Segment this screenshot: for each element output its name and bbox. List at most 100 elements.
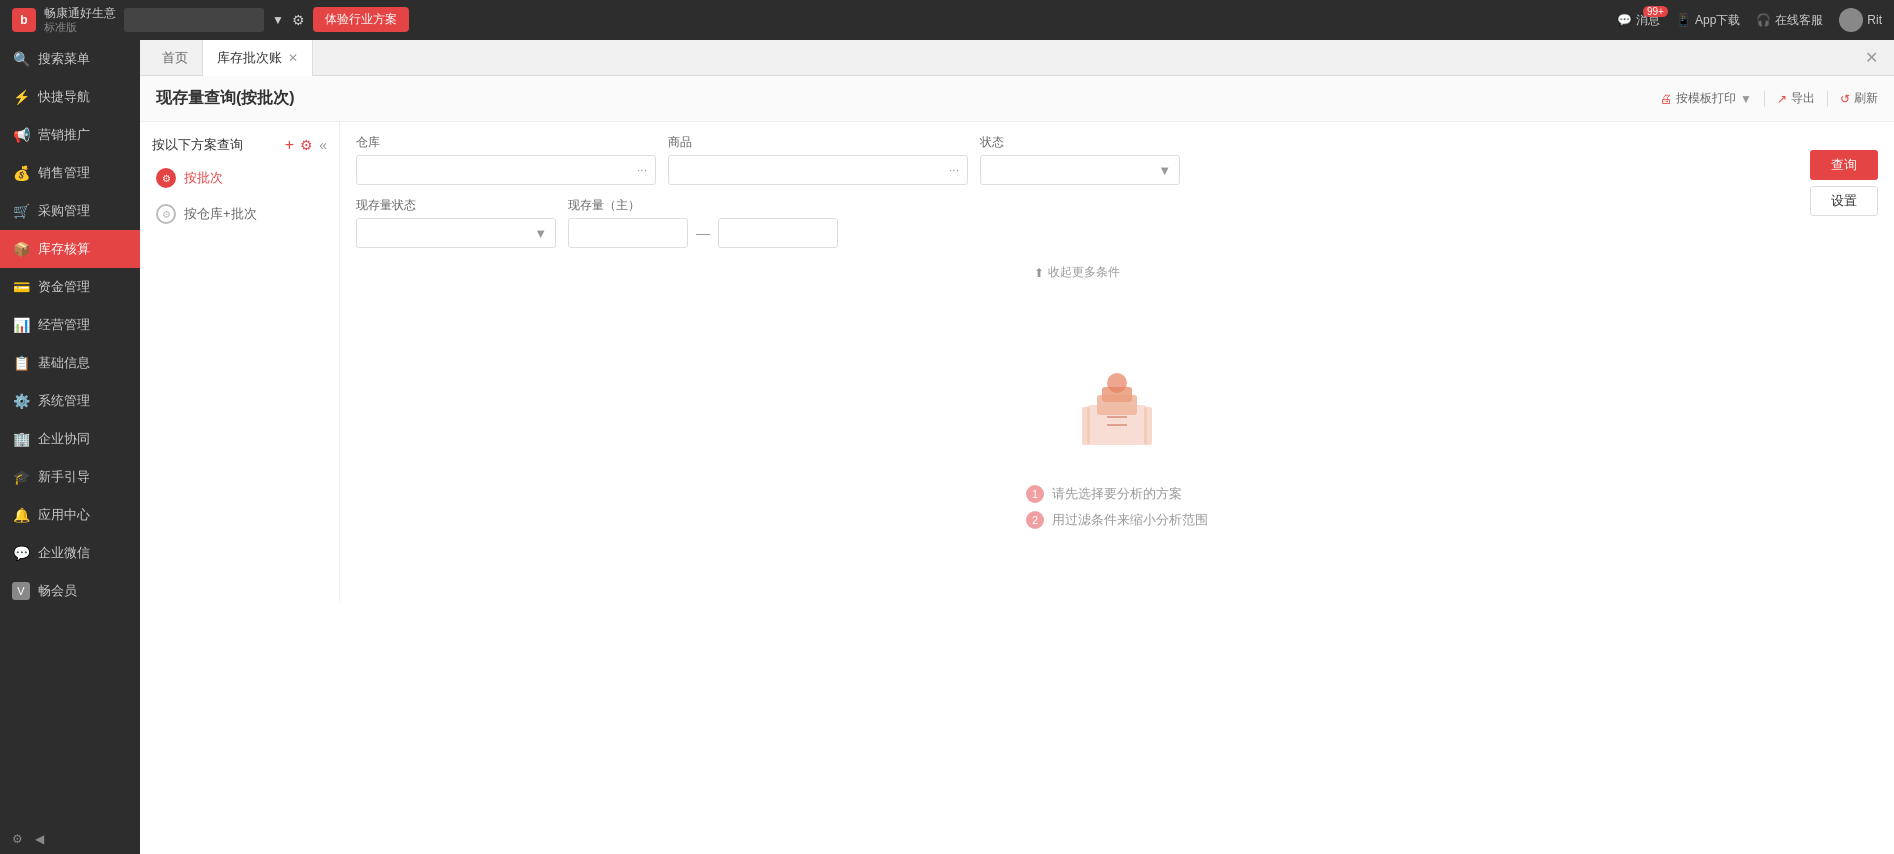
warehouse-input[interactable]: ··· <box>356 155 656 185</box>
messages-badge: 99+ <box>1643 6 1668 17</box>
collapse-more-button[interactable]: ⬆ 收起更多条件 <box>356 260 1798 285</box>
sidebar-item-purchase[interactable]: 🛒 采购管理 <box>0 192 140 230</box>
tab-close-icon[interactable]: ✕ <box>288 51 298 65</box>
tab-home[interactable]: 首页 <box>148 40 203 76</box>
inventory-qty-condition: 现存量（主） — <box>568 197 838 248</box>
shortcut-icon: ⚡ <box>12 88 30 106</box>
sidebar-item-marketing[interactable]: 📢 营销推广 <box>0 116 140 154</box>
query-conditions: 仓库 ··· 商品 <box>340 122 1894 601</box>
collapse-scheme-icon[interactable]: « <box>319 137 327 153</box>
sales-icon: 💰 <box>12 164 30 182</box>
topbar-gear-icon[interactable]: ⚙ <box>292 12 305 28</box>
qty-dash: — <box>696 225 710 241</box>
sidebar-item-sales[interactable]: 💰 销售管理 <box>0 154 140 192</box>
service-icon: 🎧 <box>1756 13 1771 27</box>
sidebar: 🔍 搜索菜单 ⚡ 快捷导航 📢 营销推广 💰 销售管理 🛒 采购管理 📦 库存核… <box>0 40 140 854</box>
operations-icon: 📊 <box>12 316 30 334</box>
download-icon: 📱 <box>1676 13 1691 27</box>
export-button[interactable]: ↗ 导出 <box>1777 90 1815 107</box>
sidebar-item-vip[interactable]: V 畅会员 <box>0 572 140 610</box>
tip-num-1: 1 <box>1026 485 1044 503</box>
status-dropdown-icon: ▼ <box>1158 163 1171 178</box>
conditions-row-1: 仓库 ··· 商品 <box>356 134 1798 185</box>
inventory-status-dropdown-icon: ▼ <box>534 226 547 241</box>
settings-button[interactable]: 设置 <box>1810 186 1878 216</box>
newbie-icon: 🎓 <box>12 468 30 486</box>
print-template-button[interactable]: 🖨 按模板打印 ▼ <box>1660 90 1752 107</box>
product-dots[interactable]: ··· <box>949 163 959 177</box>
messages-button[interactable]: 💬 消息 99+ <box>1617 12 1660 29</box>
inventory-qty-to[interactable] <box>718 218 838 248</box>
empty-tips: 1 请先选择要分析的方案 2 用过滤条件来缩小分析范围 <box>1026 485 1208 529</box>
finance-icon: 💳 <box>12 278 30 296</box>
marketing-icon: 📢 <box>12 126 30 144</box>
main-layout: 🔍 搜索菜单 ⚡ 快捷导航 📢 营销推广 💰 销售管理 🛒 采购管理 📦 库存核… <box>0 40 1894 854</box>
svg-rect-6 <box>1082 407 1090 445</box>
sidebar-item-finance[interactable]: 💳 资金管理 <box>0 268 140 306</box>
scheme-icon-gray: ⚙ <box>156 204 176 224</box>
empty-state: 1 请先选择要分析的方案 2 用过滤条件来缩小分析范围 <box>356 285 1878 589</box>
apps-icon: 🔔 <box>12 506 30 524</box>
condition-actions: 查询 设置 <box>1810 150 1878 216</box>
sidebar-item-system[interactable]: ⚙️ 系统管理 <box>0 382 140 420</box>
page-header-actions: 🖨 按模板打印 ▼ ↗ 导出 ↺ 刷新 <box>1660 90 1878 107</box>
app-name: 畅康通好生意 <box>44 6 116 20</box>
divider <box>1764 91 1765 107</box>
page-header: 现存量查询(按批次) 🖨 按模板打印 ▼ ↗ 导出 ↺ 刷 <box>140 76 1894 122</box>
tabbar: 首页 库存批次账 ✕ ✕ <box>140 40 1894 76</box>
inventory-status-condition: 现存量状态 ▼ <box>356 197 556 248</box>
sidebar-item-inventory[interactable]: 📦 库存核算 <box>0 230 140 268</box>
sidebar-item-operations[interactable]: 📊 经营管理 <box>0 306 140 344</box>
scheme-settings-icon[interactable]: ⚙ <box>300 137 313 153</box>
sidebar-item-newbie[interactable]: 🎓 新手引导 <box>0 458 140 496</box>
scheme-item-batch[interactable]: ⚙ 按批次 <box>140 160 339 196</box>
inventory-qty-from[interactable] <box>568 218 688 248</box>
settings-bottom-icon[interactable]: ⚙ <box>12 832 23 846</box>
basic-icon: 📋 <box>12 354 30 372</box>
topbar-search-input[interactable] <box>124 8 264 32</box>
sidebar-item-apps[interactable]: 🔔 应用中心 <box>0 496 140 534</box>
message-icon: 💬 <box>1617 13 1632 27</box>
user-avatar[interactable]: Rit <box>1839 8 1882 32</box>
warehouse-dots[interactable]: ··· <box>637 163 647 177</box>
topbar: b 畅康通好生意 标准版 ▼ ⚙ 体验行业方案 💬 消息 99+ 📱 App下载… <box>0 0 1894 40</box>
sidebar-item-search[interactable]: 🔍 搜索菜单 <box>0 40 140 78</box>
scheme-panel-header: 按以下方案查询 + ⚙ « <box>140 130 339 160</box>
online-service-button[interactable]: 🎧 在线客服 <box>1756 12 1823 29</box>
empty-illustration <box>1057 345 1177 465</box>
product-input[interactable]: ··· <box>668 155 968 185</box>
inventory-status-select[interactable]: ▼ <box>356 218 556 248</box>
sidebar-item-wechat[interactable]: 💬 企业微信 <box>0 534 140 572</box>
close-panel-btn[interactable]: ✕ <box>1857 48 1886 67</box>
print-dropdown-icon[interactable]: ▼ <box>1740 92 1752 106</box>
page-title: 现存量查询(按批次) <box>156 88 295 109</box>
refresh-button[interactable]: ↺ 刷新 <box>1840 90 1878 107</box>
export-icon: ↗ <box>1777 92 1787 106</box>
empty-tip-1: 1 请先选择要分析的方案 <box>1026 485 1208 503</box>
content-area: 首页 库存批次账 ✕ ✕ 现存量查询(按批次) 🖨 按模板打印 ▼ <box>140 40 1894 854</box>
search-icon: 🔍 <box>12 50 30 68</box>
status-condition: 状态 ▼ <box>980 134 1180 185</box>
app-download-button[interactable]: 📱 App下载 <box>1676 12 1740 29</box>
sidebar-item-enterprise[interactable]: 🏢 企业协同 <box>0 420 140 458</box>
product-condition: 商品 ··· <box>668 134 968 185</box>
scheme-item-warehouse-batch[interactable]: ⚙ 按仓库+批次 <box>140 196 339 232</box>
sidebar-item-basic[interactable]: 📋 基础信息 <box>0 344 140 382</box>
query-button[interactable]: 查询 <box>1810 150 1878 180</box>
add-scheme-icon[interactable]: + <box>285 136 294 154</box>
inventory-icon: 📦 <box>12 240 30 258</box>
tip-num-2: 2 <box>1026 511 1044 529</box>
status-select[interactable]: ▼ <box>980 155 1180 185</box>
app-logo: b <box>12 8 36 32</box>
tab-inventory-batch[interactable]: 库存批次账 ✕ <box>203 40 313 76</box>
svg-point-3 <box>1107 373 1127 393</box>
experience-industry-button[interactable]: 体验行业方案 <box>313 7 409 32</box>
topbar-dropdown-icon[interactable]: ▼ <box>272 13 284 27</box>
sidebar-item-shortcut[interactable]: ⚡ 快捷导航 <box>0 78 140 116</box>
collapse-sidebar-icon[interactable]: ◀ <box>35 832 44 846</box>
scheme-panel: 按以下方案查询 + ⚙ « ⚙ 按批次 <box>140 122 340 601</box>
print-icon: 🖨 <box>1660 92 1672 106</box>
page-content: 现存量查询(按批次) 🖨 按模板打印 ▼ ↗ 导出 ↺ 刷 <box>140 76 1894 854</box>
system-icon: ⚙️ <box>12 392 30 410</box>
filter-panel: 按以下方案查询 + ⚙ « ⚙ 按批次 <box>140 122 1894 601</box>
